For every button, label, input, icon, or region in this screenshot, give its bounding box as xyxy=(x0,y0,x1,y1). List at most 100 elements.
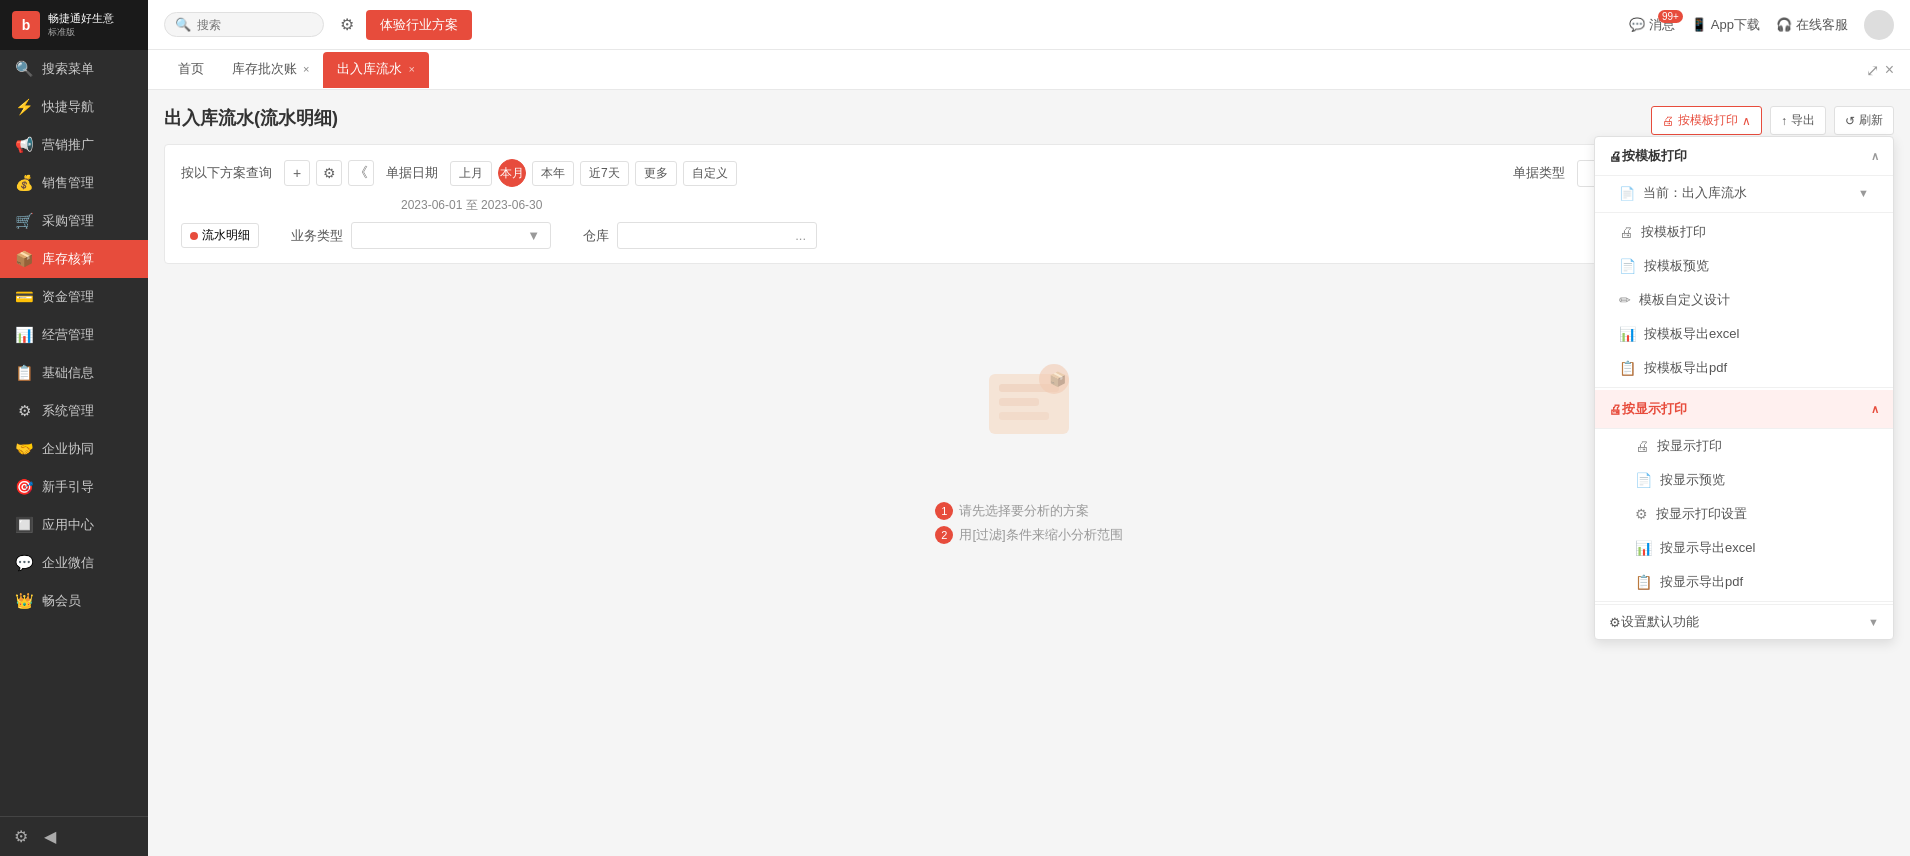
business-type-select[interactable]: ▼ xyxy=(351,222,551,249)
online-service-item[interactable]: 🎧 在线客服 xyxy=(1776,16,1848,34)
enterprise-label: 企业协同 xyxy=(42,440,94,458)
dropdown-template-excel[interactable]: 📊 按模板导出excel xyxy=(1595,317,1893,351)
sidebar-bottom: ⚙ ◀ xyxy=(0,816,148,856)
dropdown-display-excel[interactable]: 📊 按显示导出excel xyxy=(1595,531,1893,565)
sidebar-scroll: 🔍 搜索菜单 ⚡ 快捷导航 📢 营销推广 💰 销售管理 🛒 采购管理 📦 库存核… xyxy=(0,50,148,816)
dropdown-template-print[interactable]: 🖨 按模板打印 xyxy=(1595,215,1893,249)
finance-label: 资金管理 xyxy=(42,288,94,306)
system-icon: ⚙ xyxy=(14,402,34,420)
sidebar-item-enterprise[interactable]: 🤝 企业协同 xyxy=(0,430,148,468)
expand-icon[interactable]: ⤢ xyxy=(1866,60,1879,79)
tab-home[interactable]: 首页 xyxy=(164,52,218,88)
sidebar-item-quick-nav[interactable]: ⚡ 快捷导航 xyxy=(0,88,148,126)
set-default-label: 设置默认功能 xyxy=(1621,613,1699,631)
tabs-bar: 首页 库存批次账 × 出入库流水 × ⤢ × xyxy=(148,50,1910,90)
sidebar-item-finance[interactable]: 💳 资金管理 xyxy=(0,278,148,316)
close-panel-icon[interactable]: × xyxy=(1885,60,1894,79)
messages-badge: 99+ xyxy=(1658,10,1683,23)
filter-setting-btn[interactable]: ⚙ xyxy=(316,160,342,186)
dropdown-template-preview[interactable]: 📄 按模板预览 xyxy=(1595,249,1893,283)
guide-icon: 🎯 xyxy=(14,478,34,496)
messages-item[interactable]: 💬 消息 99+ xyxy=(1629,16,1675,34)
dropdown-chevron-up[interactable]: ∧ xyxy=(1871,150,1879,163)
date-btn-last-month[interactable]: 上月 xyxy=(450,161,492,186)
settings-icon[interactable]: ⚙ xyxy=(14,827,28,846)
date-btn-this-month[interactable]: 本月 xyxy=(498,159,526,187)
dropdown-template-custom[interactable]: ✏ 模板自定义设计 xyxy=(1595,283,1893,317)
divider-2 xyxy=(1595,387,1893,388)
warehouse-select[interactable]: ... xyxy=(617,222,817,249)
export-btn[interactable]: ↑ 导出 xyxy=(1770,106,1826,135)
basic-info-icon: 📋 xyxy=(14,364,34,382)
flow-detail-tag[interactable]: 流水明细 xyxy=(181,223,259,248)
dropdown-header: 🖨 按模板打印 ∧ xyxy=(1595,137,1893,176)
template-custom-icon: ✏ xyxy=(1619,292,1631,308)
dropdown-display-preview[interactable]: 📄 按显示预览 xyxy=(1595,463,1893,497)
page-actions: 🖨 按模板打印 ∧ ↑ 导出 ↺ 刷新 xyxy=(1651,106,1894,135)
display-preview-label: 按显示预览 xyxy=(1660,471,1725,489)
sidebar-item-purchase[interactable]: 🛒 采购管理 xyxy=(0,202,148,240)
display-section-header[interactable]: 🖨 按显示打印 ∧ xyxy=(1595,390,1893,429)
collapse-sidebar-icon[interactable]: ◀ xyxy=(44,827,56,846)
avatar[interactable] xyxy=(1864,10,1894,40)
empty-step-2: 2 用[过滤]条件来缩小分析范围 xyxy=(935,523,1122,547)
enterprise-icon: 🤝 xyxy=(14,440,34,458)
sidebar-item-wechat[interactable]: 💬 企业微信 xyxy=(0,544,148,582)
refresh-icon: ↺ xyxy=(1845,114,1855,128)
sidebar-item-app-center[interactable]: 🔲 应用中心 xyxy=(0,506,148,544)
member-icon: 👑 xyxy=(14,592,34,610)
add-filter-btn[interactable]: + xyxy=(284,160,310,186)
sidebar-item-search[interactable]: 🔍 搜索菜单 xyxy=(0,50,148,88)
dropdown-display-settings[interactable]: ⚙ 按显示打印设置 xyxy=(1595,497,1893,531)
dropdown-current[interactable]: 📄 当前：出入库流水 ▼ xyxy=(1595,176,1893,210)
logo-icon: b xyxy=(12,11,40,39)
sidebar-item-marketing[interactable]: 📢 营销推广 xyxy=(0,126,148,164)
tab-flow[interactable]: 出入库流水 × xyxy=(323,52,428,88)
empty-illustration: 📦 xyxy=(969,344,1089,483)
marketing-label: 营销推广 xyxy=(42,136,94,154)
search-box[interactable]: 🔍 xyxy=(164,12,324,37)
dropdown-bottom[interactable]: ⚙ 设置默认功能 ▼ xyxy=(1595,604,1893,639)
dropdown-display-pdf[interactable]: 📋 按显示导出pdf xyxy=(1595,565,1893,599)
page-title: 出入库流水(流水明细) xyxy=(164,106,1894,130)
app-center-label: 应用中心 xyxy=(42,516,94,534)
filter-collapse-btn[interactable]: 《 xyxy=(348,160,374,186)
topbar-gear-icon[interactable]: ⚙ xyxy=(340,15,354,34)
date-btn-more[interactable]: 更多 xyxy=(635,161,677,186)
industry-btn[interactable]: 体验行业方案 xyxy=(366,10,472,40)
search-input[interactable] xyxy=(197,18,313,32)
refresh-btn[interactable]: ↺ 刷新 xyxy=(1834,106,1894,135)
tab-flow-close[interactable]: × xyxy=(408,63,414,75)
sidebar-item-system[interactable]: ⚙ 系统管理 xyxy=(0,392,148,430)
tab-batch-account-close[interactable]: × xyxy=(303,63,309,75)
app-download-item[interactable]: 📱 App下载 xyxy=(1691,16,1760,34)
sidebar-item-basic-info[interactable]: 📋 基础信息 xyxy=(0,354,148,392)
dropdown-display-print[interactable]: 🖨 按显示打印 xyxy=(1595,429,1893,463)
sidebar-item-guide[interactable]: 🎯 新手引导 xyxy=(0,468,148,506)
date-btn-this-year[interactable]: 本年 xyxy=(532,161,574,186)
display-preview-icon: 📄 xyxy=(1635,472,1652,488)
sidebar: b 畅捷通好生意 标准版 🔍 搜索菜单 ⚡ 快捷导航 📢 营销推广 💰 销售管理… xyxy=(0,0,148,856)
main-area: 🔍 ⚙ 体验行业方案 💬 消息 99+ 📱 App下载 🎧 在线客服 首页 xyxy=(148,0,1910,856)
sidebar-item-sales[interactable]: 💰 销售管理 xyxy=(0,164,148,202)
date-btn-custom[interactable]: 自定义 xyxy=(683,161,737,186)
display-chevron: ∧ xyxy=(1871,403,1879,416)
dropdown-template-pdf[interactable]: 📋 按模板导出pdf xyxy=(1595,351,1893,385)
quick-nav-icon: ⚡ xyxy=(14,98,34,116)
sidebar-item-inventory[interactable]: 📦 库存核算 xyxy=(0,240,148,278)
print-icon-header: 🖨 xyxy=(1609,149,1622,164)
voucher-type-label: 单据类型 xyxy=(1513,164,1565,182)
search-icon: 🔍 xyxy=(14,60,34,78)
svg-rect-2 xyxy=(999,398,1039,406)
inventory-label: 库存核算 xyxy=(42,250,94,268)
system-label: 系统管理 xyxy=(42,402,94,420)
print-template-btn[interactable]: 🖨 按模板打印 ∧ xyxy=(1651,106,1762,135)
refresh-label: 刷新 xyxy=(1859,112,1883,129)
sidebar-item-member[interactable]: 👑 畅会员 xyxy=(0,582,148,620)
warehouse-dots: ... xyxy=(795,228,806,243)
sidebar-item-operations[interactable]: 📊 经营管理 xyxy=(0,316,148,354)
display-excel-label: 按显示导出excel xyxy=(1660,539,1755,557)
tab-batch-account[interactable]: 库存批次账 × xyxy=(218,52,323,88)
app-center-icon: 🔲 xyxy=(14,516,34,534)
date-btn-7days[interactable]: 近7天 xyxy=(580,161,629,186)
